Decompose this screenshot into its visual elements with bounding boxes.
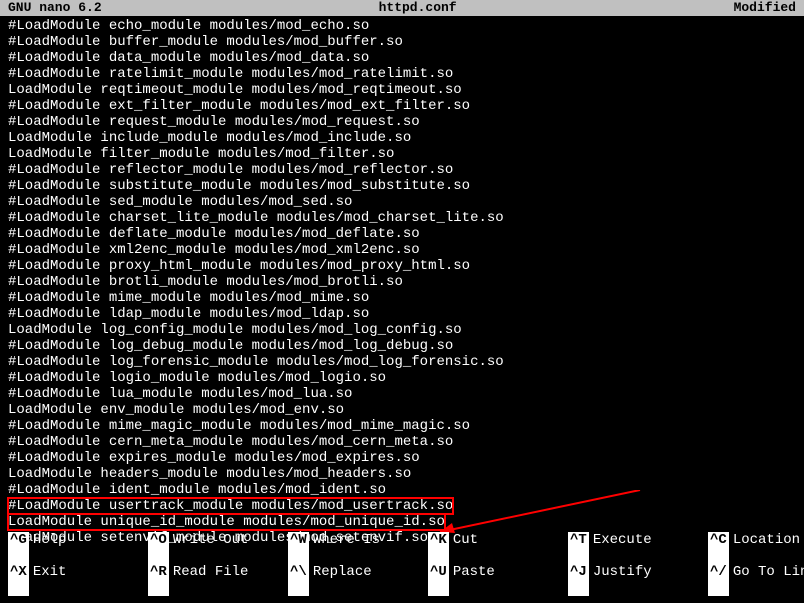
shortcut-key: ^R: [148, 564, 169, 596]
editor-content[interactable]: #LoadModule echo_module modules/mod_echo…: [0, 16, 804, 548]
editor-line[interactable]: #LoadModule xml2enc_module modules/mod_x…: [8, 242, 796, 258]
editor-line[interactable]: LoadModule reqtimeout_module modules/mod…: [8, 82, 796, 98]
editor-line[interactable]: #LoadModule substitute_module modules/mo…: [8, 178, 796, 194]
filename: httpd.conf: [102, 0, 734, 16]
shortcut-item[interactable]: ^\Replace: [288, 564, 418, 596]
shortcut-item[interactable]: ^GHelp: [8, 532, 138, 564]
shortcut-item[interactable]: ^OWrite Out: [148, 532, 278, 564]
editor-line[interactable]: #LoadModule ldap_module modules/mod_ldap…: [8, 306, 796, 322]
editor-line[interactable]: #LoadModule request_module modules/mod_r…: [8, 114, 796, 130]
editor-line[interactable]: LoadModule env_module modules/mod_env.so: [8, 402, 796, 418]
shortcut-item[interactable]: ^TExecute: [568, 532, 698, 564]
editor-line[interactable]: #LoadModule mime_module modules/mod_mime…: [8, 290, 796, 306]
editor-line[interactable]: #LoadModule ident_module modules/mod_ide…: [8, 482, 796, 498]
editor-line[interactable]: #LoadModule reflector_module modules/mod…: [8, 162, 796, 178]
editor-line[interactable]: #LoadModule log_debug_module modules/mod…: [8, 338, 796, 354]
shortcut-label: Paste: [453, 564, 523, 596]
shortcut-key: ^G: [8, 532, 29, 564]
editor-line[interactable]: #LoadModule log_forensic_module modules/…: [8, 354, 796, 370]
shortcut-key: ^C: [708, 532, 729, 564]
shortcut-label: Cut: [453, 532, 523, 564]
shortcut-key: ^U: [428, 564, 449, 596]
shortcut-label: Execute: [593, 532, 663, 564]
shortcut-item[interactable]: ^WWhere Is: [288, 532, 418, 564]
shortcut-label: Where Is: [313, 532, 383, 564]
highlighted-line: LoadModule unique_id_module modules/mod_…: [8, 514, 445, 530]
shortcut-item[interactable]: ^XExit: [8, 564, 138, 596]
shortcut-key: ^/: [708, 564, 729, 596]
editor-line[interactable]: #LoadModule data_module modules/mod_data…: [8, 50, 796, 66]
shortcut-item[interactable]: ^KCut: [428, 532, 558, 564]
shortcut-label: Read File: [173, 564, 249, 596]
shortcut-item[interactable]: ^UPaste: [428, 564, 558, 596]
shortcut-key: ^O: [148, 532, 169, 564]
editor-line[interactable]: #LoadModule expires_module modules/mod_e…: [8, 450, 796, 466]
editor-line[interactable]: #LoadModule sed_module modules/mod_sed.s…: [8, 194, 796, 210]
shortcut-row-2: ^XExit ^RRead File ^\Replace ^UPaste ^JJusti…: [8, 564, 796, 596]
editor-line[interactable]: #LoadModule ext_filter_module modules/mo…: [8, 98, 796, 114]
editor-line[interactable]: #LoadModule cern_meta_module modules/mod…: [8, 434, 796, 450]
shortcut-label: Go To Line: [733, 564, 804, 596]
shortcut-label: Help: [33, 532, 103, 564]
highlighted-line: #LoadModule usertrack_module modules/mod…: [8, 498, 453, 514]
title-bar: GNU nano 6.2 httpd.conf Modified: [0, 0, 804, 16]
shortcut-key: ^\: [288, 564, 309, 596]
shortcut-item[interactable]: ^/Go To Line: [708, 564, 804, 596]
editor-line[interactable]: #LoadModule usertrack_module modules/mod…: [8, 498, 796, 514]
editor-line[interactable]: LoadModule log_config_module modules/mod…: [8, 322, 796, 338]
editor-line[interactable]: #LoadModule lua_module modules/mod_lua.s…: [8, 386, 796, 402]
editor-line[interactable]: LoadModule headers_module modules/mod_he…: [8, 466, 796, 482]
editor-line[interactable]: #LoadModule brotli_module modules/mod_br…: [8, 274, 796, 290]
shortcut-key: ^W: [288, 532, 309, 564]
shortcut-key: ^K: [428, 532, 449, 564]
editor-line[interactable]: LoadModule filter_module modules/mod_fil…: [8, 146, 796, 162]
editor-line[interactable]: LoadModule unique_id_module modules/mod_…: [8, 514, 796, 530]
editor-line[interactable]: #LoadModule logio_module modules/mod_log…: [8, 370, 796, 386]
editor-name: GNU nano 6.2: [8, 0, 102, 16]
shortcut-key: ^T: [568, 532, 589, 564]
shortcut-label: Location: [733, 532, 803, 564]
editor-line[interactable]: #LoadModule ratelimit_module modules/mod…: [8, 66, 796, 82]
editor-line[interactable]: #LoadModule proxy_html_module modules/mo…: [8, 258, 796, 274]
shortcut-item[interactable]: ^CLocation: [708, 532, 804, 564]
editor-line[interactable]: #LoadModule buffer_module modules/mod_bu…: [8, 34, 796, 50]
editor-line[interactable]: #LoadModule mime_magic_module modules/mo…: [8, 418, 796, 434]
shortcut-key: ^X: [8, 564, 29, 596]
editor-line[interactable]: LoadModule include_module modules/mod_in…: [8, 130, 796, 146]
shortcut-label: Exit: [33, 564, 103, 596]
shortcut-item[interactable]: ^RRead File: [148, 564, 278, 596]
shortcut-row-1: ^GHelp ^OWrite Out ^WWhere Is ^KCut ^TExecut…: [8, 532, 796, 564]
editor-line[interactable]: #LoadModule echo_module modules/mod_echo…: [8, 18, 796, 34]
editor-line[interactable]: #LoadModule charset_lite_module modules/…: [8, 210, 796, 226]
modified-status: Modified: [734, 0, 796, 16]
shortcut-key: ^J: [568, 564, 589, 596]
shortcut-label: Justify: [593, 564, 663, 596]
shortcut-item[interactable]: ^JJustify: [568, 564, 698, 596]
shortcut-label: Write Out: [173, 532, 249, 564]
shortcut-label: Replace: [313, 564, 383, 596]
shortcuts-bar: ^GHelp ^OWrite Out ^WWhere Is ^KCut ^TExecut…: [0, 532, 804, 596]
editor-line[interactable]: #LoadModule deflate_module modules/mod_d…: [8, 226, 796, 242]
